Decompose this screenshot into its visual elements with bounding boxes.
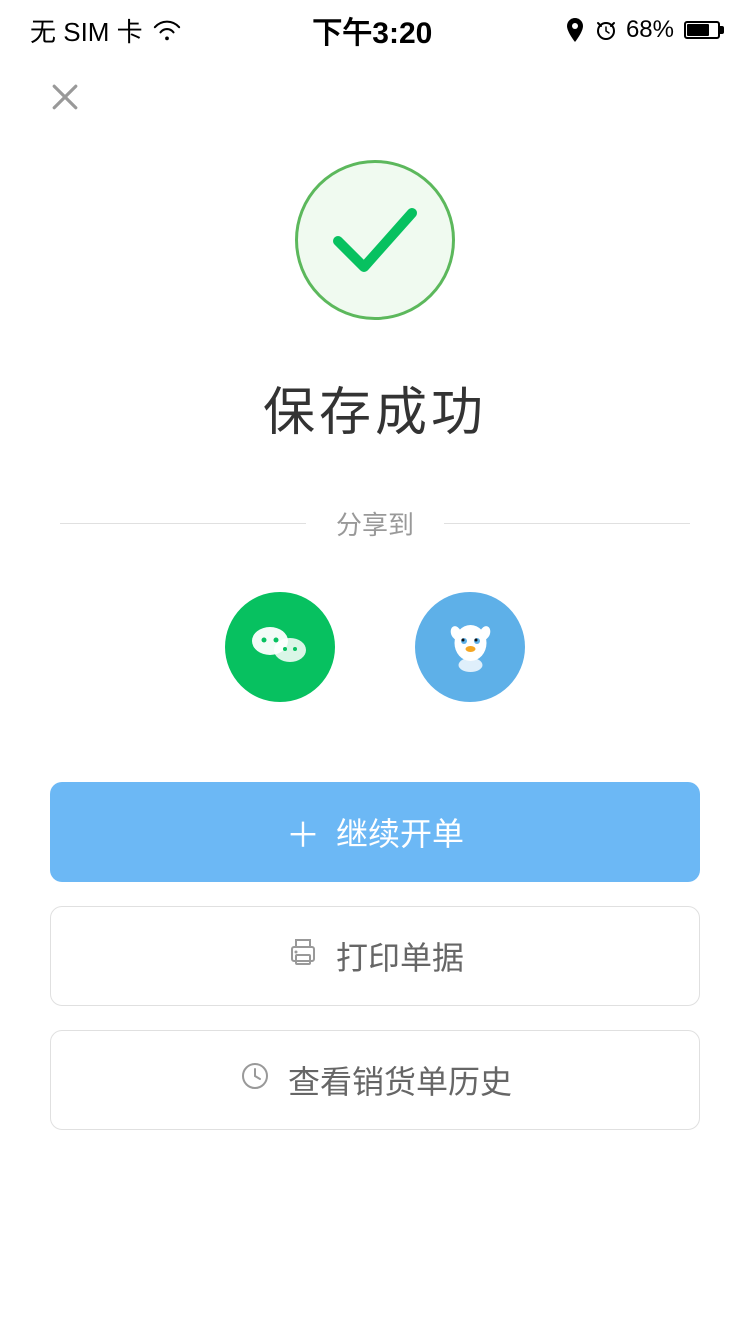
close-button[interactable] [40, 72, 90, 122]
print-icon [286, 935, 320, 978]
status-bar: 无 SIM 卡 下午3:20 68% [0, 0, 750, 60]
share-label: 分享到 [306, 505, 444, 542]
print-button[interactable]: 打印单据 [50, 906, 700, 1006]
printer-icon-svg [286, 935, 320, 969]
status-right: 68% [564, 16, 720, 44]
checkmark-icon [330, 203, 420, 278]
divider-right [444, 523, 690, 524]
wifi-icon [153, 19, 181, 41]
qq-share-button[interactable] [415, 592, 525, 702]
status-time: 下午3:20 [312, 8, 432, 52]
clock-icon-svg [238, 1059, 272, 1093]
share-row [225, 592, 525, 702]
plus-icon: ＋ [286, 808, 320, 857]
wechat-share-button[interactable] [225, 592, 335, 702]
status-carrier: 无 SIM 卡 [30, 12, 181, 49]
location-icon [564, 17, 586, 43]
continue-button[interactable]: ＋ 继续开单 [50, 782, 700, 882]
action-buttons: ＋ 继续开单 打印单据 查看销货单历史 [0, 782, 750, 1130]
wechat-icon [248, 620, 313, 675]
qq-icon [438, 615, 503, 680]
history-label: 查看销货单历史 [288, 1057, 512, 1103]
main-content: 保存成功 分享到 [0, 60, 750, 1130]
history-icon [238, 1059, 272, 1102]
success-circle [295, 160, 455, 320]
continue-label: 继续开单 [336, 809, 464, 855]
battery-icon [684, 21, 720, 39]
battery-percent: 68% [626, 16, 674, 44]
print-label: 打印单据 [336, 933, 464, 979]
history-button[interactable]: 查看销货单历史 [50, 1030, 700, 1130]
success-title: 保存成功 [263, 370, 487, 445]
carrier-text: 无 SIM 卡 [30, 12, 143, 49]
share-divider: 分享到 [0, 505, 750, 542]
close-icon [47, 79, 83, 115]
divider-left [60, 523, 306, 524]
alarm-icon [594, 18, 618, 42]
